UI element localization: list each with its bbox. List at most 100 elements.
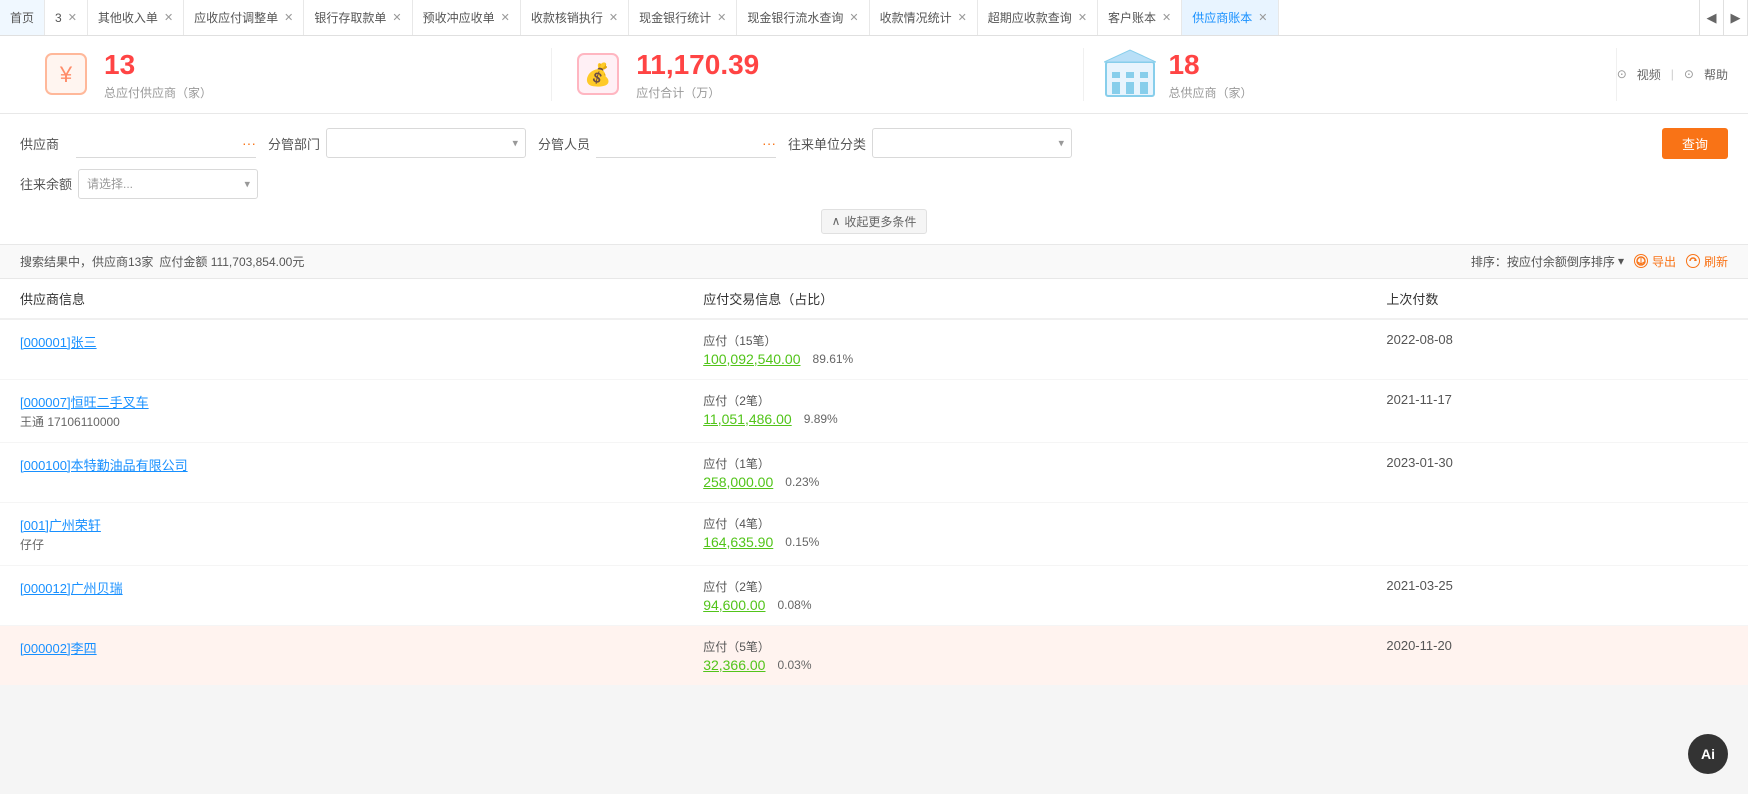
supplier-dots-icon[interactable]: ··· — [242, 135, 256, 151]
summary-item-total-suppliers: 18 总供应商（家） — [1084, 48, 1616, 101]
ai-badge[interactable]: Ai — [1688, 734, 1728, 774]
nav-tab-3-label: 3 — [55, 11, 62, 25]
close-icon[interactable]: ✕ — [1078, 11, 1087, 24]
supplier-link-1[interactable]: [000007]恒旺二手叉车 — [20, 392, 703, 411]
nav-next-button[interactable]: ▶ — [1724, 0, 1748, 35]
supplier-link-2[interactable]: [000100]本特勤油品有限公司 — [20, 455, 703, 474]
transaction-label-0: 应付（15笔） — [703, 332, 1386, 349]
nav-tab-recvexec-label: 收款核销执行 — [531, 9, 603, 26]
supplier-filter-label: 供应商 — [20, 134, 70, 153]
nav-tab-custbook[interactable]: 客户账本 ✕ — [1098, 0, 1182, 35]
nav-tab-supplierbook[interactable]: 供应商账本 ✕ — [1182, 0, 1278, 35]
table-row: [001]广州荣轩 仔仔 应付（4笔） 164,635.90 0.15% — [0, 503, 1748, 566]
result-bar-actions: 排序：按应付余额倒序排序 ▾ 导出 刷新 — [1471, 253, 1728, 270]
nav-tab-cashstat[interactable]: 现金银行统计 ✕ — [629, 0, 737, 35]
transaction-detail-1: 应付（2笔） 11,051,486.00 9.89% — [703, 392, 1386, 427]
close-icon[interactable]: ✕ — [1162, 11, 1171, 24]
transaction-label-1: 应付（2笔） — [703, 392, 1386, 409]
transaction-amount-row-0: 100,092,540.00 89.61% — [703, 351, 1386, 367]
amount-link-5[interactable]: 32,366.00 — [703, 657, 765, 673]
nav-prev-button[interactable]: ◀ — [1700, 0, 1724, 35]
amount-link-1[interactable]: 11,051,486.00 — [703, 411, 792, 427]
transaction-info-3: 应付（4笔） 164,635.90 0.15% — [703, 515, 1386, 550]
supplier-link-0[interactable]: [000001]张三 — [20, 332, 703, 351]
nav-tab-prerecv[interactable]: 预收冲应收单 ✕ — [413, 0, 521, 35]
circle-icon-2: ⊙ — [1684, 67, 1694, 81]
transaction-amount-row-3: 164,635.90 0.15% — [703, 534, 1386, 550]
close-icon[interactable]: ✕ — [849, 11, 858, 24]
close-icon[interactable]: ✕ — [68, 11, 77, 24]
total-payable-amount: 11,170.39 — [636, 48, 759, 82]
nav-tab-recvexec[interactable]: 收款核销执行 ✕ — [521, 0, 629, 35]
nav-tab-income[interactable]: 其他收入单 ✕ — [88, 0, 184, 35]
balance-filter-label: 往来余额 — [20, 174, 72, 193]
amount-link-0[interactable]: 100,092,540.00 — [703, 351, 800, 367]
supplier-info-0: [000001]张三 — [20, 332, 703, 351]
nav-tab-adjust[interactable]: 应收应付调整单 ✕ — [184, 0, 304, 35]
svg-text:💰: 💰 — [585, 62, 612, 88]
nav-tab-bank-label: 银行存取款单 — [314, 9, 386, 26]
transaction-info-2: 应付（1笔） 258,000.00 0.23% — [703, 455, 1386, 490]
filter-person: 分管人员 ··· — [538, 128, 776, 158]
video-link[interactable]: 视频 — [1637, 66, 1661, 83]
supplier-info-3: [001]广州荣轩 仔仔 — [20, 515, 703, 553]
refresh-icon — [1686, 254, 1700, 268]
filter-dept: 分管部门 — [268, 128, 526, 158]
table-row: [000002]李四 应付（5笔） 32,366.00 0.03% 2020-1… — [0, 626, 1748, 686]
nav-tab-home[interactable]: 首页 — [0, 0, 45, 35]
supplier-link-3[interactable]: [001]广州荣轩 — [20, 515, 703, 534]
amount-pct-1: 9.89% — [804, 412, 838, 426]
dept-select[interactable] — [326, 128, 526, 158]
amount-pct-0: 89.61% — [813, 352, 854, 366]
person-input[interactable] — [596, 128, 776, 158]
close-icon[interactable]: ✕ — [609, 11, 618, 24]
close-icon[interactable]: ✕ — [501, 11, 510, 24]
category-select[interactable] — [872, 128, 1072, 158]
close-icon[interactable]: ✕ — [392, 11, 401, 24]
close-icon[interactable]: ✕ — [1258, 11, 1267, 24]
export-icon — [1634, 254, 1648, 268]
close-icon[interactable]: ✕ — [164, 11, 173, 24]
transaction-detail-4: 应付（2笔） 94,600.00 0.08% — [703, 578, 1386, 613]
nav-tab-overdue[interactable]: 超期应收款查询 ✕ — [978, 0, 1098, 35]
total-suppliers-icon — [1104, 48, 1156, 100]
person-dots-icon[interactable]: ··· — [762, 135, 776, 151]
export-label: 导出 — [1652, 253, 1676, 270]
supplier-info-5: [000002]李四 — [20, 638, 703, 657]
nav-tab-3[interactable]: 3 ✕ — [45, 0, 88, 35]
refresh-button[interactable]: 刷新 — [1686, 253, 1728, 270]
close-icon[interactable]: ✕ — [284, 11, 293, 24]
query-button[interactable]: 查询 — [1662, 128, 1728, 159]
help-link[interactable]: 帮助 — [1704, 66, 1728, 83]
top-navigation: 首页 3 ✕ 其他收入单 ✕ 应收应付调整单 ✕ 银行存取款单 ✕ 预收冲应收单… — [0, 0, 1748, 36]
last-pay-date-4: 2021-03-25 — [1386, 578, 1453, 593]
collapse-button[interactable]: ∧ 收起更多条件 — [821, 209, 928, 234]
balance-select[interactable]: 请选择... — [78, 169, 258, 199]
transaction-info-1: 应付（2笔） 11,051,486.00 9.89% — [703, 392, 1386, 427]
close-icon[interactable]: ✕ — [717, 11, 726, 24]
nav-tab-recvstat[interactable]: 收款情况统计 ✕ — [870, 0, 978, 35]
transaction-amount-row-2: 258,000.00 0.23% — [703, 474, 1386, 490]
sort-button[interactable]: 排序：按应付余额倒序排序 ▾ — [1471, 253, 1624, 270]
supplier-link-5[interactable]: [000002]李四 — [20, 638, 703, 657]
filter-area: 供应商 ··· 分管部门 分管人员 ··· 往来单位分类 查询 — [0, 114, 1748, 245]
table-row: [000001]张三 应付（15笔） 100,092,540.00 89.61%… — [0, 320, 1748, 380]
amount-pct-2: 0.23% — [785, 475, 819, 489]
nav-tab-prerecv-label: 预收冲应收单 — [423, 9, 495, 26]
supplier-link-4[interactable]: [000012]广州贝瑞 — [20, 578, 703, 597]
amount-link-4[interactable]: 94,600.00 — [703, 597, 765, 613]
svg-text:¥: ¥ — [59, 62, 73, 87]
amount-link-3[interactable]: 164,635.90 — [703, 534, 773, 550]
nav-tab-cashquery[interactable]: 现金银行流水查询 ✕ — [737, 0, 869, 35]
close-icon[interactable]: ✕ — [958, 11, 967, 24]
total-payable-label: 应付合计（万） — [636, 84, 759, 101]
transaction-info-4: 应付（2笔） 94,600.00 0.08% — [703, 578, 1386, 613]
export-button[interactable]: 导出 — [1634, 253, 1676, 270]
amount-link-2[interactable]: 258,000.00 — [703, 474, 773, 490]
supplier-input[interactable] — [76, 128, 256, 158]
nav-tab-income-label: 其他收入单 — [98, 9, 158, 26]
transaction-detail-2: 应付（1笔） 258,000.00 0.23% — [703, 455, 1386, 490]
transaction-label-3: 应付（4笔） — [703, 515, 1386, 532]
sort-label: 排序：按应付余额倒序排序 — [1471, 253, 1615, 270]
nav-tab-bank[interactable]: 银行存取款单 ✕ — [304, 0, 412, 35]
